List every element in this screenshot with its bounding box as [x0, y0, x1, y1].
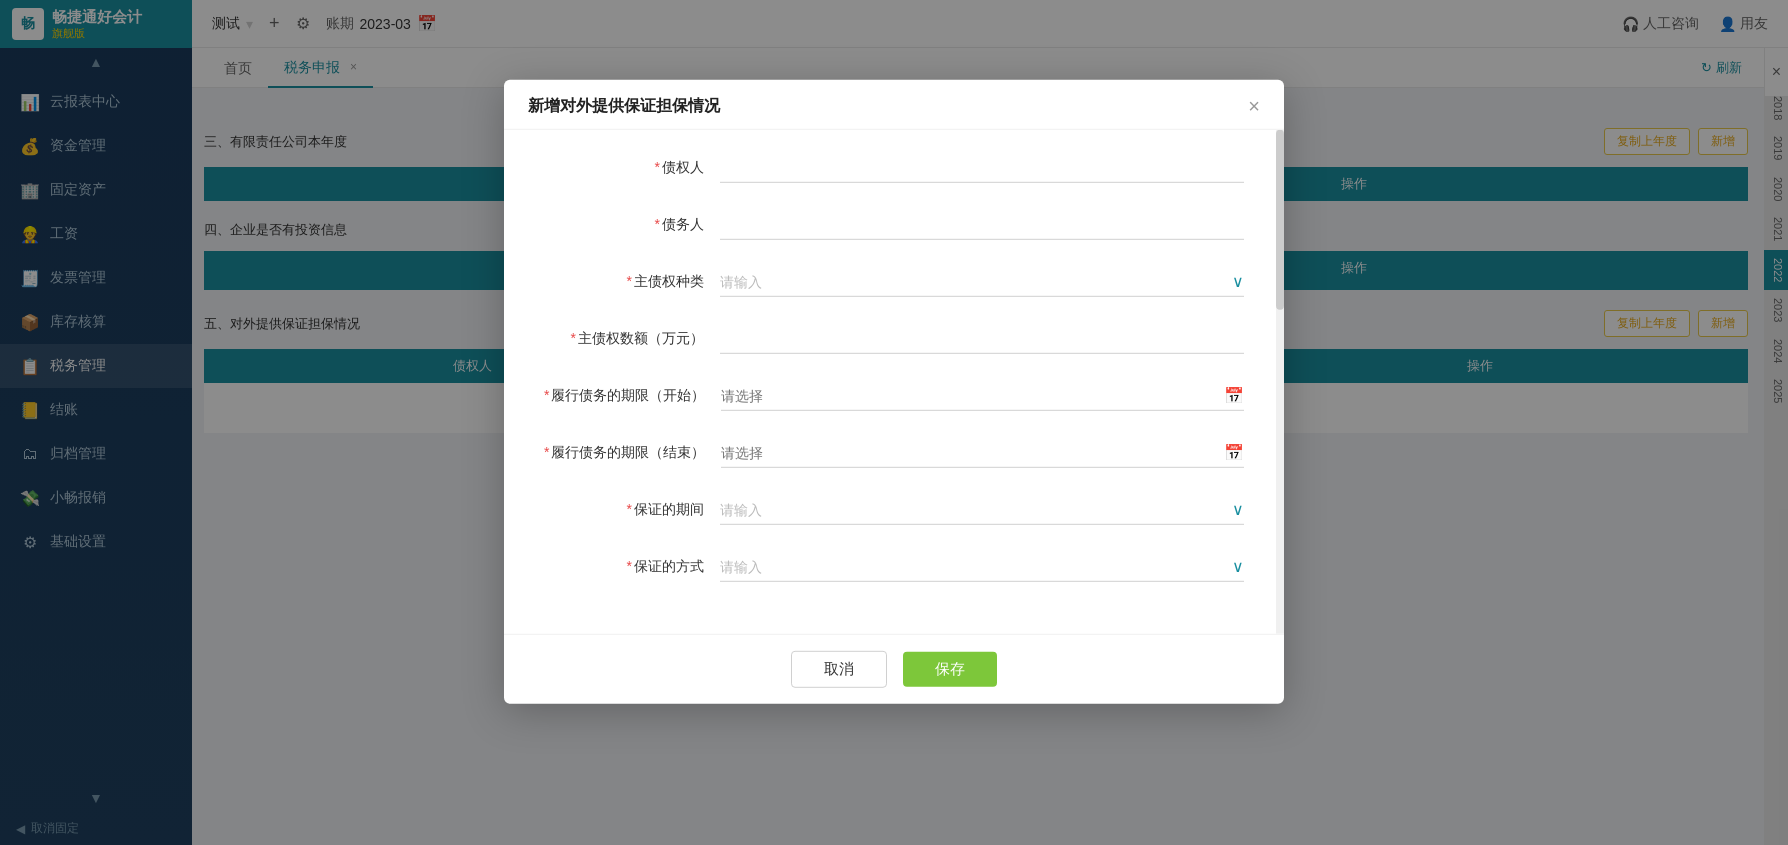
guarantee-period-select-wrap: 请输入 ∨ — [720, 495, 1244, 524]
guarantee-period-select[interactable]: 请输入 — [720, 495, 1244, 524]
form-row-creditor: *债权人 — [544, 153, 1244, 182]
period-end-date-wrap: 📅 — [721, 438, 1244, 467]
debtor-input[interactable] — [720, 210, 1244, 239]
modal-scroll-thumb[interactable] — [1276, 129, 1284, 309]
form-row-period-start: *履行债务的期限（开始） 📅 — [544, 381, 1244, 410]
period-start-label: *履行债务的期限（开始） — [544, 387, 705, 405]
form-row-guarantee-period: *保证的期间 请输入 ∨ — [544, 495, 1244, 524]
debtor-input-wrap — [720, 210, 1244, 239]
form-row-creditor-type: *主债权种类 请输入 ∨ — [544, 267, 1244, 296]
modal-dialog: 新增对外提供保证担保情况 × *债权人 *债务人 *主债权种类 — [504, 79, 1284, 703]
modal-title: 新增对外提供保证担保情况 — [528, 95, 720, 116]
guarantee-method-select[interactable]: 请输入 — [720, 552, 1244, 581]
period-end-input[interactable] — [721, 438, 1244, 467]
guarantee-method-label: *保证的方式 — [544, 558, 704, 576]
save-button[interactable]: 保存 — [903, 651, 997, 686]
creditor-type-label: *主债权种类 — [544, 273, 704, 291]
debtor-label: *债务人 — [544, 216, 704, 234]
creditor-input[interactable] — [720, 153, 1244, 182]
form-row-guarantee-method: *保证的方式 请输入 ∨ — [544, 552, 1244, 581]
period-end-label: *履行债务的期限（结束） — [544, 444, 705, 462]
creditor-amount-label: *主债权数额（万元） — [544, 330, 704, 348]
guarantee-method-select-wrap: 请输入 ∨ — [720, 552, 1244, 581]
form-row-creditor-amount: *主债权数额（万元） — [544, 324, 1244, 353]
form-row-debtor: *债务人 — [544, 210, 1244, 239]
guarantee-period-label: *保证的期间 — [544, 501, 704, 519]
modal-scroll-track — [1276, 129, 1284, 633]
period-start-input[interactable] — [721, 381, 1244, 410]
modal-body: *债权人 *债务人 *主债权种类 请输入 ∨ — [504, 129, 1284, 633]
modal-close-button[interactable]: × — [1248, 96, 1260, 116]
modal-header: 新增对外提供保证担保情况 × — [504, 79, 1284, 129]
creditor-amount-input-wrap — [720, 324, 1244, 353]
form-row-period-end: *履行债务的期限（结束） 📅 — [544, 438, 1244, 467]
creditor-label: *债权人 — [544, 159, 704, 177]
cancel-button[interactable]: 取消 — [791, 650, 887, 687]
creditor-amount-input[interactable] — [720, 324, 1244, 353]
creditor-input-wrap — [720, 153, 1244, 182]
period-start-date-wrap: 📅 — [721, 381, 1244, 410]
modal-footer: 取消 保存 — [504, 633, 1284, 703]
creditor-type-select-wrap: 请输入 ∨ — [720, 267, 1244, 296]
creditor-type-select[interactable]: 请输入 — [720, 267, 1244, 296]
